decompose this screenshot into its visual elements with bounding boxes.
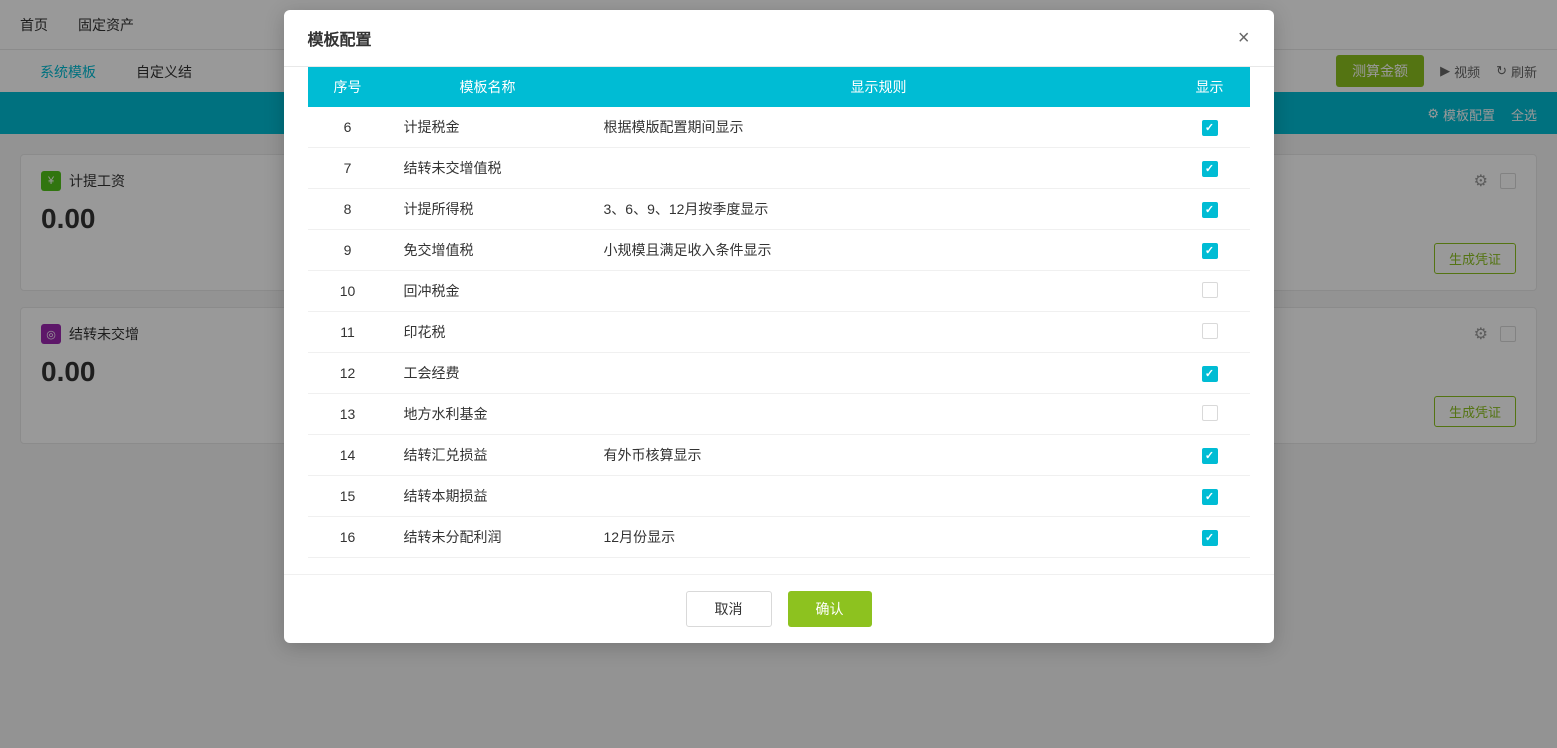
cell-seq: 6 [308,107,388,148]
table-row: 11印花税 [308,312,1250,353]
show-checkbox[interactable] [1202,448,1218,464]
cell-show [1170,148,1250,189]
cell-name: 结转未交增值税 [388,148,588,189]
cell-rule: 有外币核算显示 [588,435,1170,476]
confirm-button[interactable]: 确认 [788,591,872,627]
modal-footer: 取消 确认 [284,574,1274,643]
cell-rule [588,271,1170,312]
table-row: 10回冲税金 [308,271,1250,312]
show-checkbox[interactable] [1202,282,1218,298]
cell-rule [588,394,1170,435]
table-row: 12工会经费 [308,353,1250,394]
table-row: 6计提税金根据模版配置期间显示 [308,107,1250,148]
cell-show [1170,517,1250,558]
show-checkbox[interactable] [1202,202,1218,218]
table-row: 13地方水利基金 [308,394,1250,435]
cell-seq: 14 [308,435,388,476]
cell-show [1170,107,1250,148]
cell-name: 回冲税金 [388,271,588,312]
cell-rule: 根据模版配置期间显示 [588,107,1170,148]
modal-title: 模板配置 [308,26,372,50]
config-table: 序号 模板名称 显示规则 显示 6计提税金根据模版配置期间显示7结转未交增值税8… [308,67,1250,558]
table-row: 9免交增值税小规模且满足收入条件显示 [308,230,1250,271]
cell-name: 免交增值税 [388,230,588,271]
cell-show [1170,394,1250,435]
cell-name: 工会经费 [388,353,588,394]
cell-show [1170,230,1250,271]
cell-show [1170,189,1250,230]
cell-name: 地方水利基金 [388,394,588,435]
cell-seq: 16 [308,517,388,558]
cell-seq: 8 [308,189,388,230]
show-checkbox[interactable] [1202,243,1218,259]
table-row: 14结转汇兑损益有外币核算显示 [308,435,1250,476]
cell-show [1170,271,1250,312]
col-show: 显示 [1170,67,1250,107]
table-body: 6计提税金根据模版配置期间显示7结转未交增值税8计提所得税3、6、9、12月按季… [308,107,1250,558]
cell-rule [588,148,1170,189]
cell-seq: 15 [308,476,388,517]
cancel-button[interactable]: 取消 [686,591,772,627]
show-checkbox[interactable] [1202,161,1218,177]
show-checkbox[interactable] [1202,120,1218,136]
cell-rule [588,476,1170,517]
cell-seq: 10 [308,271,388,312]
cell-name: 结转汇兑损益 [388,435,588,476]
cell-rule [588,353,1170,394]
col-name: 模板名称 [388,67,588,107]
cell-show [1170,353,1250,394]
cell-show [1170,476,1250,517]
table-row: 8计提所得税3、6、9、12月按季度显示 [308,189,1250,230]
col-seq: 序号 [308,67,388,107]
modal-overlay: 模板配置 × 序号 模板名称 显示规则 显示 6计提税金根据模版配置期间显示7结… [0,0,1557,748]
template-config-modal: 模板配置 × 序号 模板名称 显示规则 显示 6计提税金根据模版配置期间显示7结… [284,10,1274,643]
cell-name: 结转未分配利润 [388,517,588,558]
cell-show [1170,435,1250,476]
cell-seq: 13 [308,394,388,435]
show-checkbox[interactable] [1202,366,1218,382]
modal-body: 序号 模板名称 显示规则 显示 6计提税金根据模版配置期间显示7结转未交增值税8… [284,67,1274,574]
table-row: 15结转本期损益 [308,476,1250,517]
table-row: 7结转未交增值税 [308,148,1250,189]
table-header: 序号 模板名称 显示规则 显示 [308,67,1250,107]
col-rule: 显示规则 [588,67,1170,107]
modal-header: 模板配置 × [284,10,1274,67]
table-row: 16结转未分配利润12月份显示 [308,517,1250,558]
show-checkbox[interactable] [1202,405,1218,421]
cell-rule [588,312,1170,353]
show-checkbox[interactable] [1202,489,1218,505]
cell-name: 计提税金 [388,107,588,148]
cell-rule: 小规模且满足收入条件显示 [588,230,1170,271]
cell-rule: 3、6、9、12月按季度显示 [588,189,1170,230]
cell-rule: 12月份显示 [588,517,1170,558]
cell-show [1170,312,1250,353]
cell-name: 印花税 [388,312,588,353]
cell-seq: 7 [308,148,388,189]
cell-seq: 11 [308,312,388,353]
cell-seq: 12 [308,353,388,394]
show-checkbox[interactable] [1202,323,1218,339]
cell-name: 结转本期损益 [388,476,588,517]
show-checkbox[interactable] [1202,530,1218,546]
cell-name: 计提所得税 [388,189,588,230]
modal-close-button[interactable]: × [1238,28,1250,48]
cell-seq: 9 [308,230,388,271]
